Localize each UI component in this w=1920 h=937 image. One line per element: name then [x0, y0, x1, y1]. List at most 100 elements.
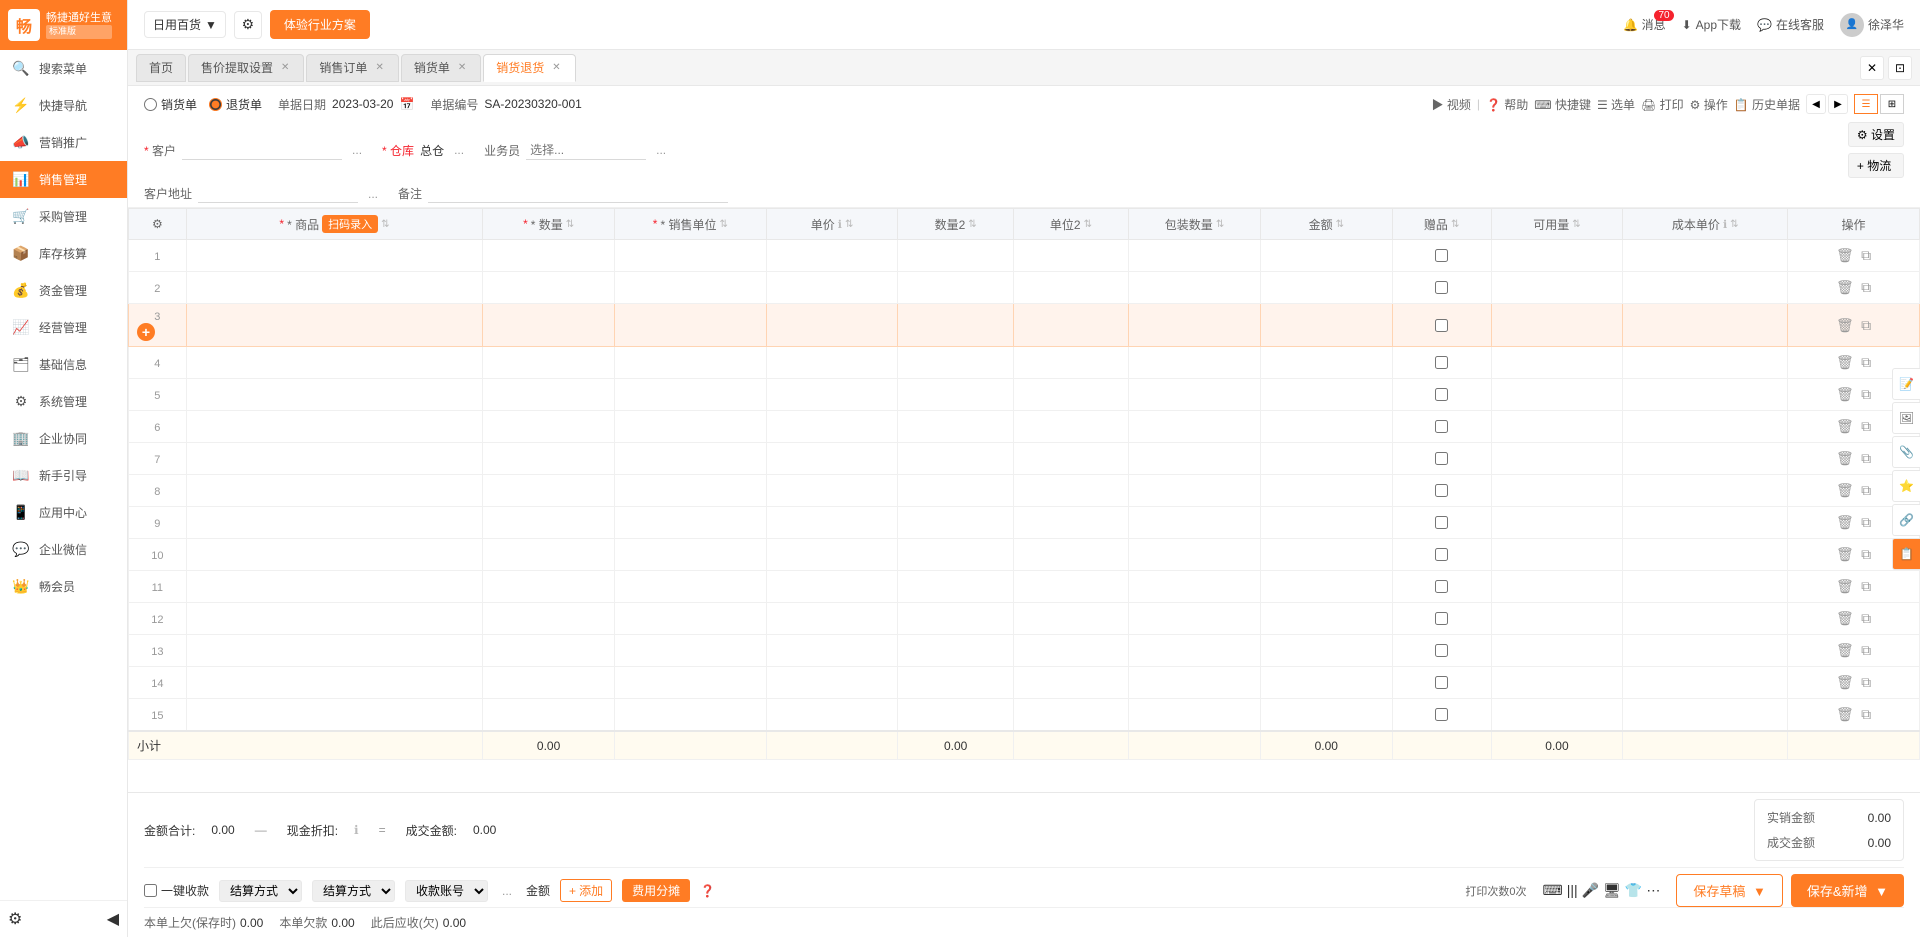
- sort-icon[interactable]: ⇅: [1084, 219, 1092, 230]
- quantity2-cell[interactable]: [898, 272, 1013, 304]
- sales-unit-cell[interactable]: [615, 411, 767, 443]
- sidebar-item-member[interactable]: 👑 畅会员: [0, 568, 127, 605]
- grid-view-btn[interactable]: ⊞: [1880, 94, 1904, 114]
- sidebar-item-sales[interactable]: 📊 销售管理: [0, 161, 127, 198]
- quantity-cell[interactable]: [483, 304, 615, 347]
- sales-unit-cell[interactable]: [615, 667, 767, 699]
- quantity2-cell[interactable]: [898, 667, 1013, 699]
- product-input[interactable]: [195, 356, 475, 370]
- amount-cell[interactable]: [1260, 475, 1392, 507]
- user-profile[interactable]: 👤 徐泽华: [1840, 13, 1904, 37]
- gift-cell[interactable]: [1392, 475, 1491, 507]
- sort-icon[interactable]: ⇅: [1216, 219, 1224, 230]
- product-cell[interactable]: [186, 443, 483, 475]
- product-cell[interactable]: [186, 571, 483, 603]
- dropdown-arrow-icon[interactable]: ▼: [1875, 884, 1888, 899]
- available-cell[interactable]: [1491, 635, 1623, 667]
- product-input[interactable]: [195, 644, 475, 658]
- amount-cell[interactable]: [1260, 571, 1392, 603]
- sales-unit-cell[interactable]: [615, 240, 767, 272]
- right-orange-btn[interactable]: 📋: [1892, 538, 1920, 570]
- cost-price-cell[interactable]: [1623, 539, 1788, 571]
- cost-price-cell[interactable]: [1623, 667, 1788, 699]
- package-qty-cell[interactable]: [1129, 507, 1261, 539]
- tab-price-setting[interactable]: 售价提取设置 ✕: [188, 54, 304, 82]
- product-cell[interactable]: [186, 635, 483, 667]
- product-cell[interactable]: [186, 411, 483, 443]
- amount-cell[interactable]: [1260, 240, 1392, 272]
- calendar-icon[interactable]: 📅: [399, 97, 414, 111]
- unit2-cell[interactable]: [1013, 411, 1128, 443]
- product-cell[interactable]: [186, 379, 483, 411]
- quantity2-cell[interactable]: [898, 443, 1013, 475]
- address-select-btn[interactable]: ...: [364, 187, 382, 201]
- history-btn[interactable]: 📋 历史单据: [1734, 96, 1800, 113]
- delete-row-btn[interactable]: 🗑: [1834, 480, 1856, 501]
- quantity2-cell[interactable]: [898, 507, 1013, 539]
- amount-cell[interactable]: [1260, 379, 1392, 411]
- sort-icon[interactable]: ⇅: [845, 219, 853, 230]
- available-cell[interactable]: [1491, 272, 1623, 304]
- settings-button[interactable]: ⚙: [234, 11, 262, 39]
- product-input[interactable]: [195, 708, 475, 722]
- gift-cell[interactable]: [1392, 379, 1491, 411]
- table-settings-icon[interactable]: ⚙: [152, 217, 163, 231]
- payment-method-select[interactable]: 结算方式: [219, 880, 302, 902]
- discount-info-icon[interactable]: ℹ: [354, 823, 359, 837]
- cost-price-cell[interactable]: [1623, 507, 1788, 539]
- amount-cell[interactable]: [1260, 347, 1392, 379]
- gift-cell[interactable]: [1392, 347, 1491, 379]
- prev-arrow[interactable]: ◀: [1806, 94, 1826, 114]
- gift-cell[interactable]: [1392, 667, 1491, 699]
- delete-row-btn[interactable]: 🗑: [1834, 672, 1856, 693]
- product-cell[interactable]: [186, 347, 483, 379]
- delete-row-btn[interactable]: 🗑: [1834, 448, 1856, 469]
- help-icon[interactable]: ❓: [700, 884, 715, 898]
- account-select[interactable]: 收款账号: [405, 880, 488, 902]
- tab-close-icon[interactable]: ✕: [279, 62, 291, 73]
- tab-close-icon[interactable]: ✕: [550, 62, 562, 73]
- product-cell[interactable]: [186, 272, 483, 304]
- unit-price-cell[interactable]: [766, 379, 898, 411]
- sidebar-item-system[interactable]: ⚙ 系统管理: [0, 383, 127, 420]
- product-cell[interactable]: [186, 539, 483, 571]
- cost-price-cell[interactable]: [1623, 571, 1788, 603]
- package-qty-cell[interactable]: [1129, 699, 1261, 732]
- copy-row-btn[interactable]: ⧉: [1859, 576, 1873, 597]
- product-input[interactable]: [195, 612, 475, 626]
- date-value[interactable]: 2023-03-20: [332, 97, 393, 111]
- unit2-cell[interactable]: [1013, 379, 1128, 411]
- gift-checkbox[interactable]: [1435, 281, 1448, 294]
- sales-unit-cell[interactable]: [615, 475, 767, 507]
- sales-unit-cell[interactable]: [615, 507, 767, 539]
- unit2-cell[interactable]: [1013, 667, 1128, 699]
- sidebar-item-enterprise[interactable]: 🏢 企业协同: [0, 420, 127, 457]
- sidebar-item-purchase[interactable]: 🛒 采购管理: [0, 198, 127, 235]
- daily-category-select[interactable]: 日用百货 ▼: [144, 11, 226, 38]
- video-btn[interactable]: ▶ 视频: [1432, 96, 1471, 113]
- delete-row-btn[interactable]: 🗑: [1834, 608, 1856, 629]
- unit2-cell[interactable]: [1013, 635, 1128, 667]
- copy-row-btn[interactable]: ⧉: [1859, 608, 1873, 629]
- sales-unit-cell[interactable]: [615, 635, 767, 667]
- available-cell[interactable]: [1491, 571, 1623, 603]
- quantity2-cell[interactable]: [898, 571, 1013, 603]
- product-input[interactable]: [195, 580, 475, 594]
- available-cell[interactable]: [1491, 475, 1623, 507]
- product-cell[interactable]: [186, 507, 483, 539]
- sort-icon[interactable]: ⇅: [1572, 219, 1580, 230]
- sales-radio-input[interactable]: [144, 98, 157, 111]
- package-qty-cell[interactable]: [1129, 603, 1261, 635]
- copy-row-btn[interactable]: ⧉: [1859, 640, 1873, 661]
- print-btn[interactable]: 🖨 打印: [1641, 96, 1684, 113]
- salesperson-select-btn[interactable]: ...: [652, 143, 670, 157]
- tab-close-icon[interactable]: ✕: [456, 62, 468, 73]
- customer-select-btn[interactable]: ...: [348, 143, 366, 157]
- quantity2-cell[interactable]: [898, 699, 1013, 732]
- unit-price-cell[interactable]: [766, 507, 898, 539]
- copy-row-btn[interactable]: ⧉: [1859, 704, 1873, 725]
- delete-row-btn[interactable]: 🗑: [1834, 512, 1856, 533]
- delete-row-btn[interactable]: 🗑: [1834, 640, 1856, 661]
- delete-row-btn[interactable]: 🗑: [1834, 277, 1856, 298]
- tab-sales-return[interactable]: 销货退货 ✕: [483, 54, 575, 82]
